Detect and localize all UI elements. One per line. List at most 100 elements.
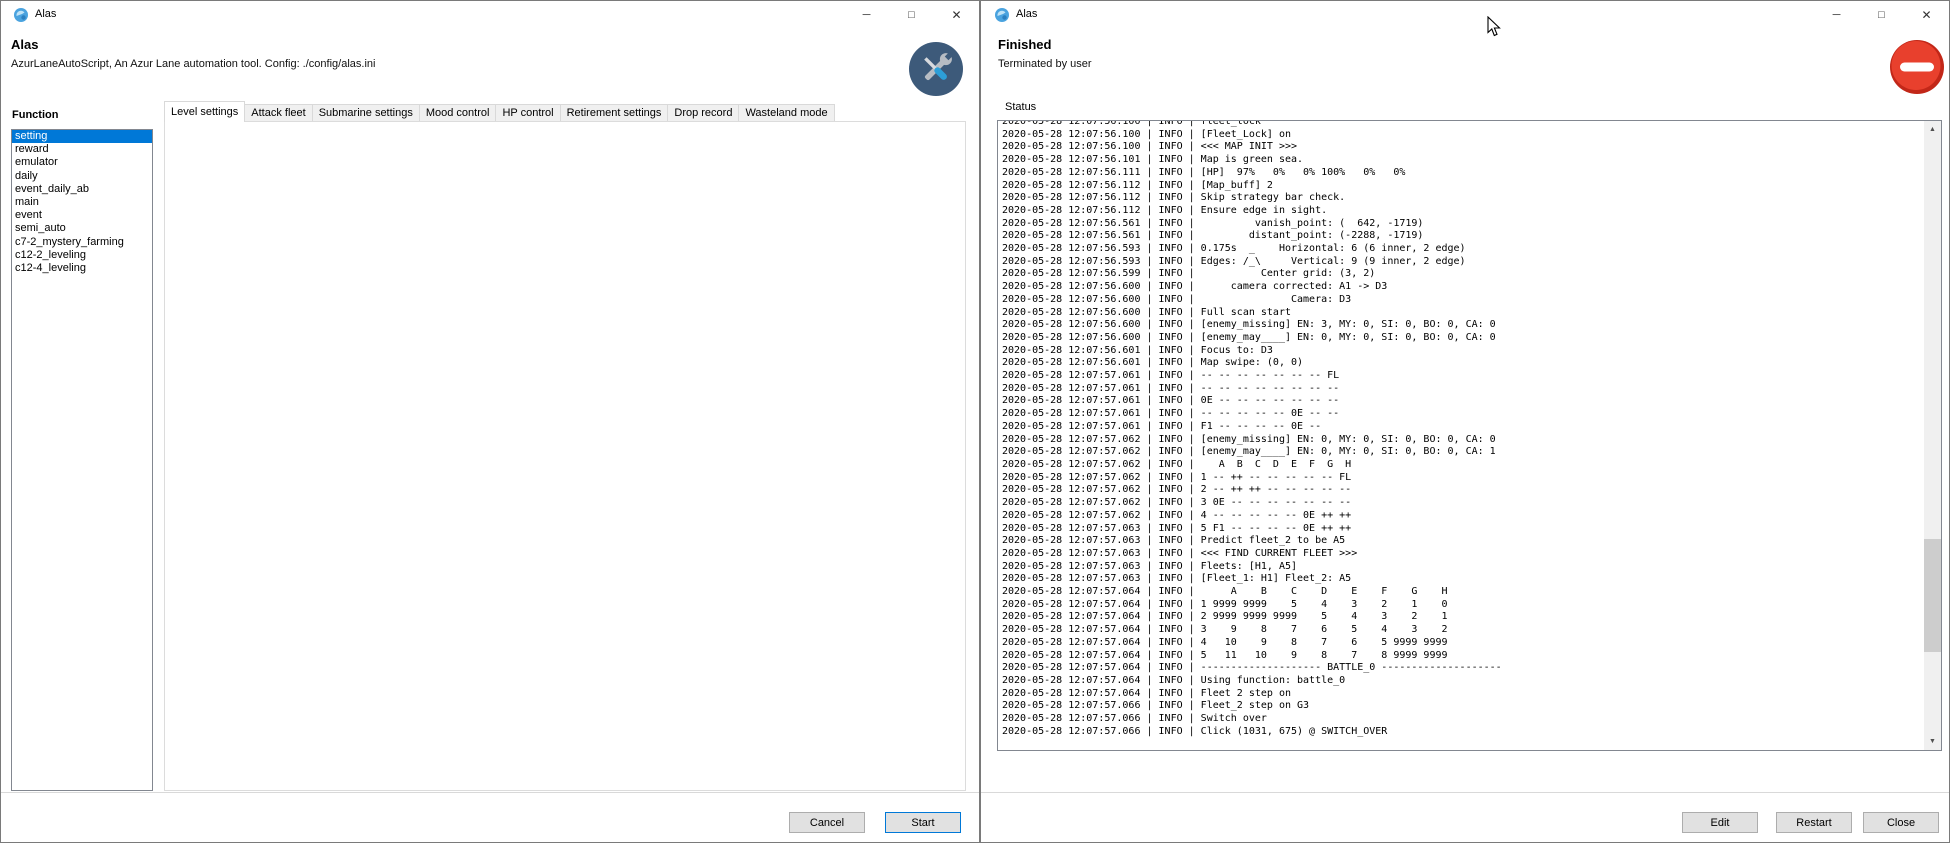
log-line: 2020-05-28 12:07:57.063 | INFO | Predict… bbox=[1002, 535, 1941, 548]
sidebar-item-daily[interactable]: daily bbox=[12, 170, 152, 183]
edit-button[interactable]: Edit bbox=[1682, 812, 1758, 833]
log-line: 2020-05-28 12:07:57.063 | INFO | 5 F1 --… bbox=[1002, 523, 1941, 536]
log-output[interactable]: 2020-05-28 12:07:56.100 | INFO | fleet_l… bbox=[997, 120, 1942, 751]
log-line: 2020-05-28 12:07:57.062 | INFO | 3 0E --… bbox=[1002, 497, 1941, 510]
sidebar-item-main[interactable]: main bbox=[12, 196, 152, 209]
maximize-icon[interactable]: □ bbox=[1859, 1, 1904, 29]
log-line: 2020-05-28 12:07:57.063 | INFO | Fleets:… bbox=[1002, 561, 1941, 574]
sidebar-item-setting[interactable]: setting bbox=[12, 130, 152, 143]
sidebar-item-event[interactable]: event bbox=[12, 209, 152, 222]
log-line: 2020-05-28 12:07:57.062 | INFO | A B C D… bbox=[1002, 459, 1941, 472]
window-title: Alas bbox=[1016, 8, 1037, 20]
log-line: 2020-05-28 12:07:57.064 | INFO | Fleet 2… bbox=[1002, 688, 1941, 701]
tab-retirement-settings[interactable]: Retirement settings bbox=[560, 104, 669, 122]
tab-submarine-settings[interactable]: Submarine settings bbox=[312, 104, 420, 122]
stop-icon bbox=[1889, 39, 1945, 95]
log-line: 2020-05-28 12:07:56.599 | INFO | Center … bbox=[1002, 268, 1941, 281]
log-line: 2020-05-28 12:07:56.101 | INFO | Map is … bbox=[1002, 154, 1941, 167]
log-line: 2020-05-28 12:07:57.064 | INFO | 3 9 8 7… bbox=[1002, 624, 1941, 637]
log-line: 2020-05-28 12:07:56.561 | INFO | distant… bbox=[1002, 230, 1941, 243]
log-line: 2020-05-28 12:07:57.061 | INFO | F1 -- -… bbox=[1002, 421, 1941, 434]
divider bbox=[1, 792, 979, 793]
log-line: 2020-05-28 12:07:57.064 | INFO | Using f… bbox=[1002, 675, 1941, 688]
tab-hp-control[interactable]: HP control bbox=[495, 104, 560, 122]
log-line: 2020-05-28 12:07:56.600 | INFO | Camera:… bbox=[1002, 294, 1941, 307]
function-panel-label: Function bbox=[12, 109, 58, 121]
settings-tabstrip: Level settingsAttack fleetSubmarine sett… bbox=[164, 104, 834, 122]
log-line: 2020-05-28 12:07:57.064 | INFO | 2 9999 … bbox=[1002, 611, 1941, 624]
status-header-title: Finished bbox=[998, 37, 1051, 52]
scroll-down-icon[interactable]: ▼ bbox=[1924, 733, 1941, 750]
window-title: Alas bbox=[35, 8, 56, 20]
log-scrollbar[interactable]: ▲ ▼ bbox=[1924, 121, 1941, 750]
log-line: 2020-05-28 12:07:57.062 | INFO | 4 -- --… bbox=[1002, 510, 1941, 523]
scroll-up-icon[interactable]: ▲ bbox=[1924, 121, 1941, 138]
function-listbox[interactable]: settingrewardemulatordailyevent_daily_ab… bbox=[11, 129, 153, 791]
restart-button[interactable]: Restart bbox=[1776, 812, 1852, 833]
log-line: 2020-05-28 12:07:56.600 | INFO | [enemy_… bbox=[1002, 319, 1941, 332]
log-line: 2020-05-28 12:07:57.064 | INFO | 4 10 9 … bbox=[1002, 637, 1941, 650]
tab-mood-control[interactable]: Mood control bbox=[419, 104, 497, 122]
log-line: 2020-05-28 12:07:57.064 | INFO | 1 9999 … bbox=[1002, 599, 1941, 612]
status-header-subtitle: Terminated by user bbox=[998, 58, 1092, 70]
tab-attack-fleet[interactable]: Attack fleet bbox=[244, 104, 312, 122]
start-button[interactable]: Start bbox=[885, 812, 961, 833]
log-line: 2020-05-28 12:07:57.061 | INFO | -- -- -… bbox=[1002, 383, 1941, 396]
log-line: 2020-05-28 12:07:56.112 | INFO | Skip st… bbox=[1002, 192, 1941, 205]
log-line: 2020-05-28 12:07:57.063 | INFO | <<< FIN… bbox=[1002, 548, 1941, 561]
cancel-button[interactable]: Cancel bbox=[789, 812, 865, 833]
minimize-icon[interactable]: ─ bbox=[844, 1, 889, 29]
log-line: 2020-05-28 12:07:57.061 | INFO | -- -- -… bbox=[1002, 370, 1941, 383]
app-header-subtitle: AzurLaneAutoScript, An Azur Lane automat… bbox=[11, 58, 375, 70]
log-line: 2020-05-28 12:07:56.600 | INFO | [enemy_… bbox=[1002, 332, 1941, 345]
log-line: 2020-05-28 12:07:57.064 | INFO | 5 11 10… bbox=[1002, 650, 1941, 663]
log-line: 2020-05-28 12:07:56.111 | INFO | [HP] 97… bbox=[1002, 167, 1941, 180]
log-line: 2020-05-28 12:07:56.593 | INFO | Edges: … bbox=[1002, 256, 1941, 269]
log-line: 2020-05-28 12:07:57.066 | INFO | Fleet_2… bbox=[1002, 700, 1941, 713]
log-line: 2020-05-28 12:07:56.600 | INFO | camera … bbox=[1002, 281, 1941, 294]
sidebar-item-reward[interactable]: reward bbox=[12, 143, 152, 156]
close-icon[interactable]: ✕ bbox=[1904, 1, 1949, 29]
scrollbar-thumb[interactable] bbox=[1924, 539, 1941, 652]
tab-level-settings[interactable]: Level settings bbox=[164, 101, 245, 122]
log-line: 2020-05-28 12:07:56.112 | INFO | [Map_bu… bbox=[1002, 180, 1941, 193]
sidebar-item-event-daily-ab[interactable]: event_daily_ab bbox=[12, 183, 152, 196]
log-line: 2020-05-28 12:07:57.061 | INFO | -- -- -… bbox=[1002, 408, 1941, 421]
log-line: 2020-05-28 12:07:56.100 | INFO | <<< MAP… bbox=[1002, 141, 1941, 154]
log-line: 2020-05-28 12:07:57.062 | INFO | [enemy_… bbox=[1002, 446, 1941, 459]
left-titlebar: Alas ─ □ ✕ bbox=[1, 1, 979, 29]
log-line: 2020-05-28 12:07:57.062 | INFO | 1 -- ++… bbox=[1002, 472, 1941, 485]
log-line: 2020-05-28 12:07:57.062 | INFO | [enemy_… bbox=[1002, 434, 1941, 447]
log-line: 2020-05-28 12:07:57.064 | INFO | -------… bbox=[1002, 662, 1941, 675]
sidebar-item-emulator[interactable]: emulator bbox=[12, 156, 152, 169]
left-window: Alas ─ □ ✕ Alas AzurLaneAutoScript, An A… bbox=[0, 0, 980, 843]
status-label: Status bbox=[1005, 101, 1036, 113]
desktop: Alas ─ □ ✕ Alas AzurLaneAutoScript, An A… bbox=[0, 0, 1950, 843]
log-line: 2020-05-28 12:07:56.100 | INFO | fleet_l… bbox=[1002, 120, 1941, 129]
app-icon bbox=[994, 7, 1010, 23]
close-button[interactable]: Close bbox=[1863, 812, 1939, 833]
app-header-title: Alas bbox=[11, 37, 38, 52]
sidebar-item-semi-auto[interactable]: semi_auto bbox=[12, 222, 152, 235]
log-line: 2020-05-28 12:07:56.601 | INFO | Map swi… bbox=[1002, 357, 1941, 370]
log-line: 2020-05-28 12:07:57.066 | INFO | Click (… bbox=[1002, 726, 1941, 739]
log-line: 2020-05-28 12:07:56.112 | INFO | Ensure … bbox=[1002, 205, 1941, 218]
log-line: 2020-05-28 12:07:57.063 | INFO | [Fleet_… bbox=[1002, 573, 1941, 586]
right-window: Alas ─ □ ✕ Finished Terminated by user S… bbox=[980, 0, 1950, 843]
log-line: 2020-05-28 12:07:57.061 | INFO | 0E -- -… bbox=[1002, 395, 1941, 408]
tab-drop-record[interactable]: Drop record bbox=[667, 104, 739, 122]
close-icon[interactable]: ✕ bbox=[934, 1, 979, 29]
sidebar-item-c12-2-leveling[interactable]: c12-2_leveling bbox=[12, 249, 152, 262]
tab-wasteland-mode[interactable]: Wasteland mode bbox=[738, 104, 834, 122]
minimize-icon[interactable]: ─ bbox=[1814, 1, 1859, 29]
sidebar-item-c12-4-leveling[interactable]: c12-4_leveling bbox=[12, 262, 152, 275]
log-line: 2020-05-28 12:07:57.066 | INFO | Switch … bbox=[1002, 713, 1941, 726]
tab-page bbox=[164, 121, 966, 791]
sidebar-item-c7-2-mystery-farming[interactable]: c7-2_mystery_farming bbox=[12, 236, 152, 249]
divider bbox=[981, 792, 1949, 793]
log-line: 2020-05-28 12:07:56.601 | INFO | Focus t… bbox=[1002, 345, 1941, 358]
app-icon bbox=[13, 7, 29, 23]
log-line: 2020-05-28 12:07:56.600 | INFO | Full sc… bbox=[1002, 307, 1941, 320]
log-line: 2020-05-28 12:07:57.062 | INFO | 2 -- ++… bbox=[1002, 484, 1941, 497]
maximize-icon[interactable]: □ bbox=[889, 1, 934, 29]
